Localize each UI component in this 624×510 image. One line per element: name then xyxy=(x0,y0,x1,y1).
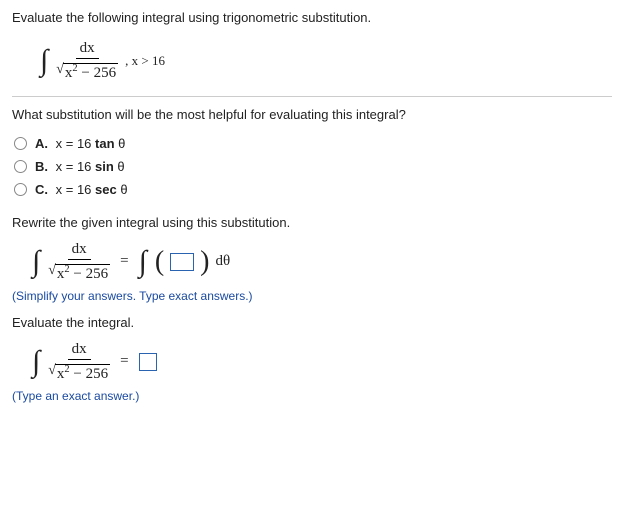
choice-label: C. x = 16 sec θ xyxy=(35,182,128,197)
exact-hint: (Type an exact answer.) xyxy=(12,389,612,403)
section-divider xyxy=(12,96,612,97)
equals-sign: = xyxy=(120,253,128,270)
choice-a[interactable]: A. x = 16 tan θ xyxy=(14,136,612,151)
integral-symbol: ∫ xyxy=(32,347,40,377)
choice-group: A. x = 16 tan θ B. x = 16 sin θ C. x = 1… xyxy=(14,136,612,197)
left-paren: ( xyxy=(155,248,164,276)
choice-c[interactable]: C. x = 16 sec θ xyxy=(14,182,612,197)
equals-sign: = xyxy=(120,353,128,370)
radio-icon[interactable] xyxy=(14,183,27,196)
integral-symbol: ∫ xyxy=(32,247,40,277)
rewrite-equation: ∫ dx √ x2 − 256 = ∫ ( ) dθ xyxy=(32,240,612,283)
rewrite-prompt: Rewrite the given integral using this su… xyxy=(12,215,612,230)
evaluate-prompt: Evaluate the integral. xyxy=(12,315,612,330)
integral-symbol: ∫ xyxy=(40,46,48,76)
final-answer-input[interactable] xyxy=(139,353,157,371)
integral-symbol: ∫ xyxy=(139,247,147,277)
simplify-hint: (Simplify your answers. Type exact answe… xyxy=(12,289,612,303)
fraction-denominator: √ x2 − 256 xyxy=(56,59,118,82)
integrand-fraction: dx √ x2 − 256 xyxy=(48,240,110,283)
choice-label: B. x = 16 sin θ xyxy=(35,159,125,174)
main-instruction: Evaluate the following integral using tr… xyxy=(12,10,612,25)
radio-icon[interactable] xyxy=(14,160,27,173)
integrand-fraction: dx √ x2 − 256 xyxy=(56,39,118,82)
fraction-numerator: dx xyxy=(76,39,99,59)
evaluate-equation: ∫ dx √ x2 − 256 = xyxy=(32,340,612,383)
domain-condition: , x > 16 xyxy=(125,53,165,69)
substitution-prompt: What substitution will be the most helpf… xyxy=(12,107,612,122)
choice-b[interactable]: B. x = 16 sin θ xyxy=(14,159,612,174)
integrand-fraction: dx √ x2 − 256 xyxy=(48,340,110,383)
dtheta-label: dθ xyxy=(215,253,230,270)
choice-label: A. x = 16 tan θ xyxy=(35,136,125,151)
substitution-integrand-input[interactable] xyxy=(170,253,194,271)
right-paren: ) xyxy=(200,248,209,276)
radio-icon[interactable] xyxy=(14,137,27,150)
integral-expression: ∫ dx √ x2 − 256 , x > 16 xyxy=(40,39,612,82)
